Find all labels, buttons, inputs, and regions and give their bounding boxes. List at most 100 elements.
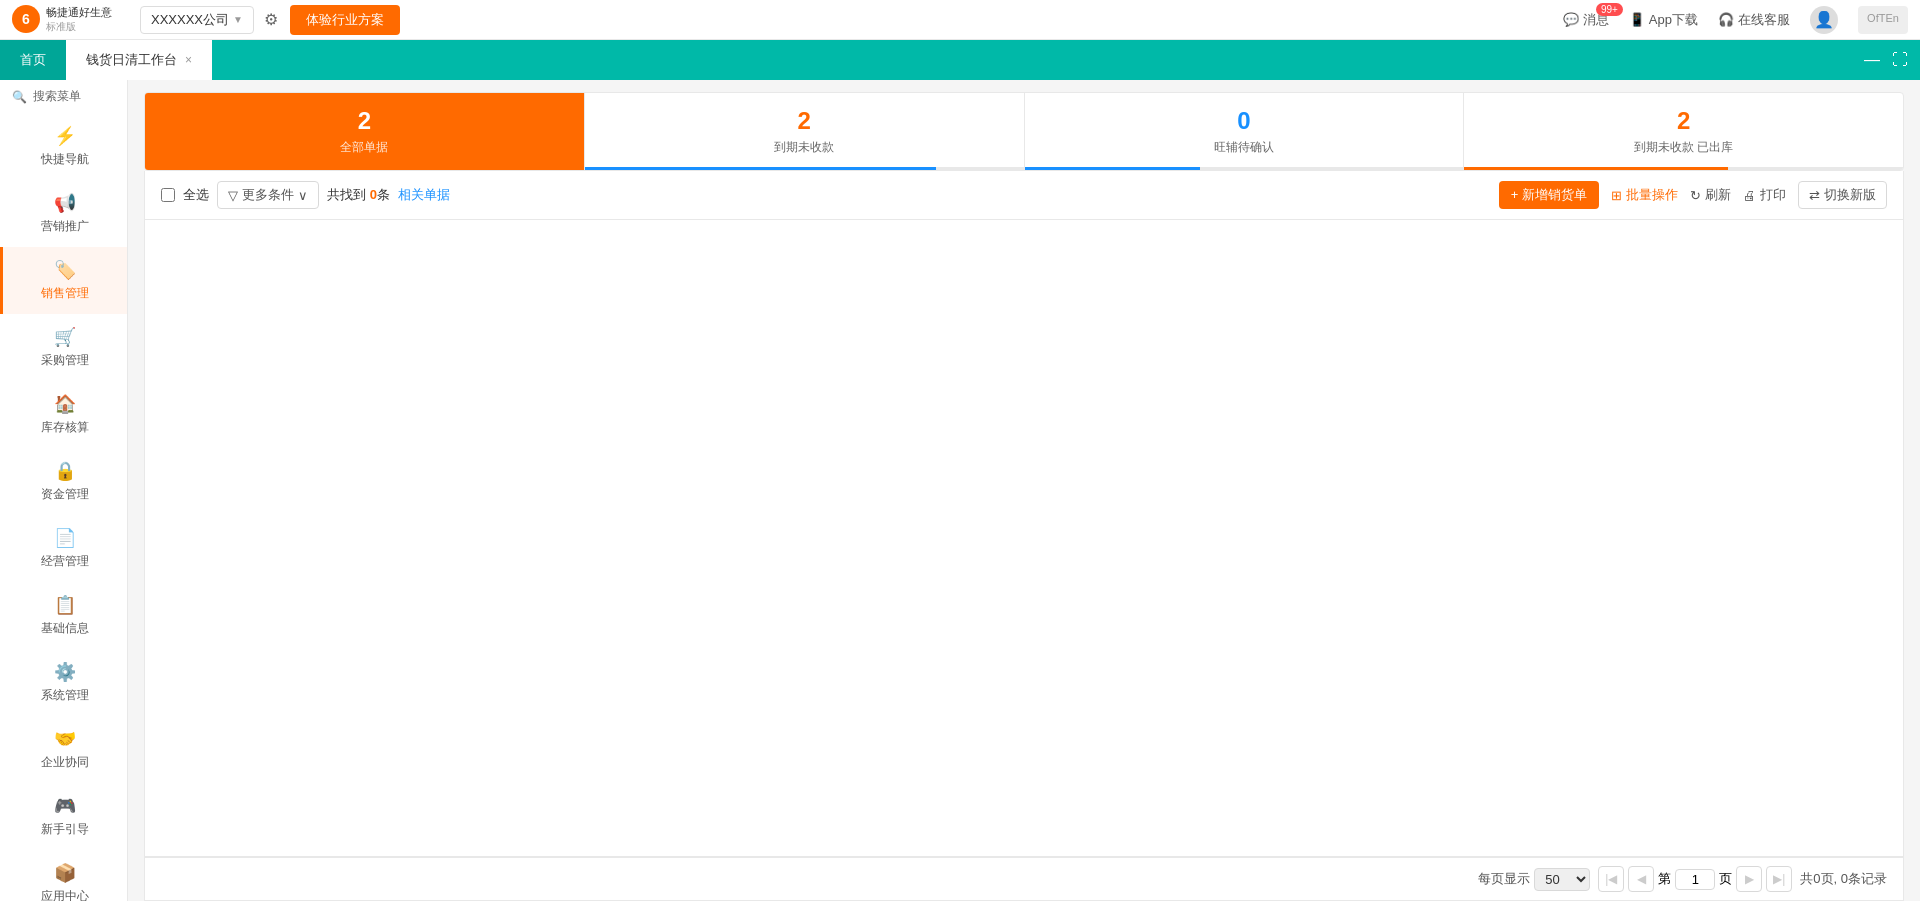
sidebar-item-system[interactable]: ⚙️ 系统管理 bbox=[0, 649, 127, 716]
first-page-button[interactable]: |◀ bbox=[1598, 866, 1624, 892]
card-all-label: 全部单据 bbox=[165, 139, 564, 156]
message-badge: 99+ bbox=[1596, 3, 1623, 16]
add-sales-order-button[interactable]: + 新增销货单 bbox=[1499, 181, 1599, 209]
sidebar-item-purchase[interactable]: 🛒 采购管理 bbox=[0, 314, 127, 381]
prev-page-button[interactable]: ◀ bbox=[1628, 866, 1654, 892]
sidebar: 🔍 搜索菜单 ⚡ 快捷导航 📢 营销推广 🏷️ 销售管理 🛒 采购管理 🏠 库存… bbox=[0, 80, 128, 901]
card-pending-label: 旺辅待确认 bbox=[1045, 139, 1444, 156]
marketing-icon: 📢 bbox=[54, 192, 76, 214]
chevron-down-icon: ▼ bbox=[233, 14, 243, 25]
system-icon: ⚙️ bbox=[54, 661, 76, 683]
sidebar-item-operations[interactable]: 📄 经营管理 bbox=[0, 515, 127, 582]
page-size-selector: 每页显示 50 10 20 100 bbox=[1478, 868, 1590, 891]
service-icon: 🎧 bbox=[1718, 12, 1734, 27]
page-number-input[interactable] bbox=[1675, 869, 1715, 890]
table-area bbox=[144, 220, 1904, 857]
user-name-area[interactable]: OfTEn bbox=[1858, 6, 1908, 34]
sidebar-item-label: 经营管理 bbox=[41, 553, 89, 570]
avatar-icon: 👤 bbox=[1814, 10, 1834, 29]
switch-version-button[interactable]: ⇄ 切换新版 bbox=[1798, 181, 1887, 209]
sidebar-item-basic-info[interactable]: 📋 基础信息 bbox=[0, 582, 127, 649]
sidebar-item-label: 应用中心 bbox=[41, 888, 89, 901]
count-value: 0 bbox=[370, 187, 377, 202]
page-label: 第 bbox=[1658, 870, 1671, 888]
card-overdue[interactable]: 2 到期未收款 bbox=[585, 93, 1025, 170]
home-tab[interactable]: 首页 bbox=[0, 40, 66, 80]
main-layout: 🔍 搜索菜单 ⚡ 快捷导航 📢 营销推广 🏷️ 销售管理 🛒 采购管理 🏠 库存… bbox=[0, 80, 1920, 901]
search-icon: 🔍 bbox=[12, 90, 27, 104]
sidebar-item-marketing[interactable]: 📢 营销推广 bbox=[0, 180, 127, 247]
sidebar-item-finance[interactable]: 🔒 资金管理 bbox=[0, 448, 127, 515]
online-service-button[interactable]: 🎧 在线客服 bbox=[1718, 11, 1790, 29]
print-button[interactable]: 🖨 打印 bbox=[1743, 186, 1786, 204]
finance-icon: 🔒 bbox=[54, 460, 76, 482]
refresh-button[interactable]: ↻ 刷新 bbox=[1690, 186, 1731, 204]
sidebar-item-label: 系统管理 bbox=[41, 687, 89, 704]
card-pending-progress bbox=[1025, 167, 1464, 170]
sidebar-item-quick-nav[interactable]: ⚡ 快捷导航 bbox=[0, 113, 127, 180]
company-selector[interactable]: XXXXXX公司 ▼ bbox=[140, 6, 254, 34]
search-menu-item[interactable]: 🔍 搜索菜单 bbox=[0, 80, 127, 113]
refresh-icon: ↻ bbox=[1690, 188, 1701, 203]
operations-icon: 📄 bbox=[54, 527, 76, 549]
logo-sub: 标准版 bbox=[46, 20, 112, 34]
sidebar-item-label: 采购管理 bbox=[41, 352, 89, 369]
enterprise-icon: 🤝 bbox=[54, 728, 76, 750]
minimize-icon[interactable]: — bbox=[1864, 51, 1880, 69]
print-icon: 🖨 bbox=[1743, 188, 1756, 203]
top-right-area: 💬 消息 99+ 📱 App下载 🎧 在线客服 👤 OfTEn bbox=[1563, 6, 1908, 34]
inventory-icon: 🏠 bbox=[54, 393, 76, 415]
card-outbound[interactable]: 2 到期未收款 已出库 bbox=[1464, 93, 1903, 170]
trial-button[interactable]: 体验行业方案 bbox=[290, 5, 400, 35]
logo-text: 畅捷通好生意 bbox=[46, 5, 112, 19]
avatar[interactable]: 👤 bbox=[1810, 6, 1838, 34]
switch-icon: ⇄ bbox=[1809, 188, 1820, 203]
tab-close-icon[interactable]: × bbox=[185, 53, 192, 67]
app-download-button[interactable]: 📱 App下载 bbox=[1629, 11, 1698, 29]
card-all-count: 2 bbox=[165, 107, 564, 135]
batch-operation-button[interactable]: ⊞ 批量操作 bbox=[1611, 186, 1678, 204]
message-button[interactable]: 💬 消息 99+ bbox=[1563, 11, 1609, 29]
logo-icon: 6 bbox=[12, 5, 40, 33]
related-records-link[interactable]: 相关单据 bbox=[398, 186, 450, 204]
page-navigation: |◀ ◀ 第 页 ▶ ▶| bbox=[1598, 866, 1792, 892]
page-suffix: 页 bbox=[1719, 870, 1732, 888]
message-icon: 💬 bbox=[1563, 12, 1579, 27]
card-overdue-progress-bar bbox=[585, 167, 936, 170]
card-pending-progress-bar bbox=[1025, 167, 1201, 170]
sidebar-item-label: 快捷导航 bbox=[41, 151, 89, 168]
filter-chevron-icon: ∨ bbox=[298, 188, 308, 203]
sidebar-item-inventory[interactable]: 🏠 库存核算 bbox=[0, 381, 127, 448]
batch-icon: ⊞ bbox=[1611, 188, 1622, 203]
sales-icon: 🏷️ bbox=[54, 259, 76, 281]
per-page-label: 每页显示 bbox=[1478, 870, 1530, 888]
card-overdue-progress bbox=[585, 167, 1024, 170]
card-outbound-count: 2 bbox=[1484, 107, 1883, 135]
page-summary: 共0页, 0条记录 bbox=[1800, 870, 1887, 888]
card-outbound-progress bbox=[1464, 167, 1903, 170]
card-pending[interactable]: 0 旺辅待确认 bbox=[1025, 93, 1465, 170]
basic-info-icon: 📋 bbox=[54, 594, 76, 616]
maximize-icon[interactable]: ⛶ bbox=[1892, 51, 1908, 69]
filter-button[interactable]: ▽ 更多条件 ∨ bbox=[217, 181, 319, 209]
select-all-checkbox[interactable] bbox=[161, 188, 175, 202]
toolbar-left: 全选 ▽ 更多条件 ∨ 共找到 0条 相关单据 bbox=[161, 181, 450, 209]
per-page-select[interactable]: 50 10 20 100 bbox=[1534, 868, 1590, 891]
filter-icon: ▽ bbox=[228, 188, 238, 203]
summary-cards: 2 全部单据 2 到期未收款 0 旺辅待确认 2 到期未收款 已出库 bbox=[144, 92, 1904, 171]
card-all[interactable]: 2 全部单据 bbox=[145, 93, 585, 170]
sidebar-item-app-center[interactable]: 📦 应用中心 bbox=[0, 850, 127, 901]
sidebar-item-label: 营销推广 bbox=[41, 218, 89, 235]
settings-icon[interactable]: ⚙ bbox=[264, 10, 278, 29]
sidebar-item-label: 基础信息 bbox=[41, 620, 89, 637]
quick-nav-icon: ⚡ bbox=[54, 125, 76, 147]
sidebar-item-guide[interactable]: 🎮 新手引导 bbox=[0, 783, 127, 850]
pagination: 每页显示 50 10 20 100 |◀ ◀ 第 页 ▶ ▶| 共0页, 0条记… bbox=[144, 857, 1904, 901]
sidebar-item-sales[interactable]: 🏷️ 销售管理 bbox=[0, 247, 127, 314]
workbench-tab[interactable]: 钱货日清工作台 × bbox=[66, 40, 212, 80]
guide-icon: 🎮 bbox=[54, 795, 76, 817]
last-page-button[interactable]: ▶| bbox=[1766, 866, 1792, 892]
select-all-label: 全选 bbox=[183, 186, 209, 204]
sidebar-item-enterprise[interactable]: 🤝 企业协同 bbox=[0, 716, 127, 783]
next-page-button[interactable]: ▶ bbox=[1736, 866, 1762, 892]
